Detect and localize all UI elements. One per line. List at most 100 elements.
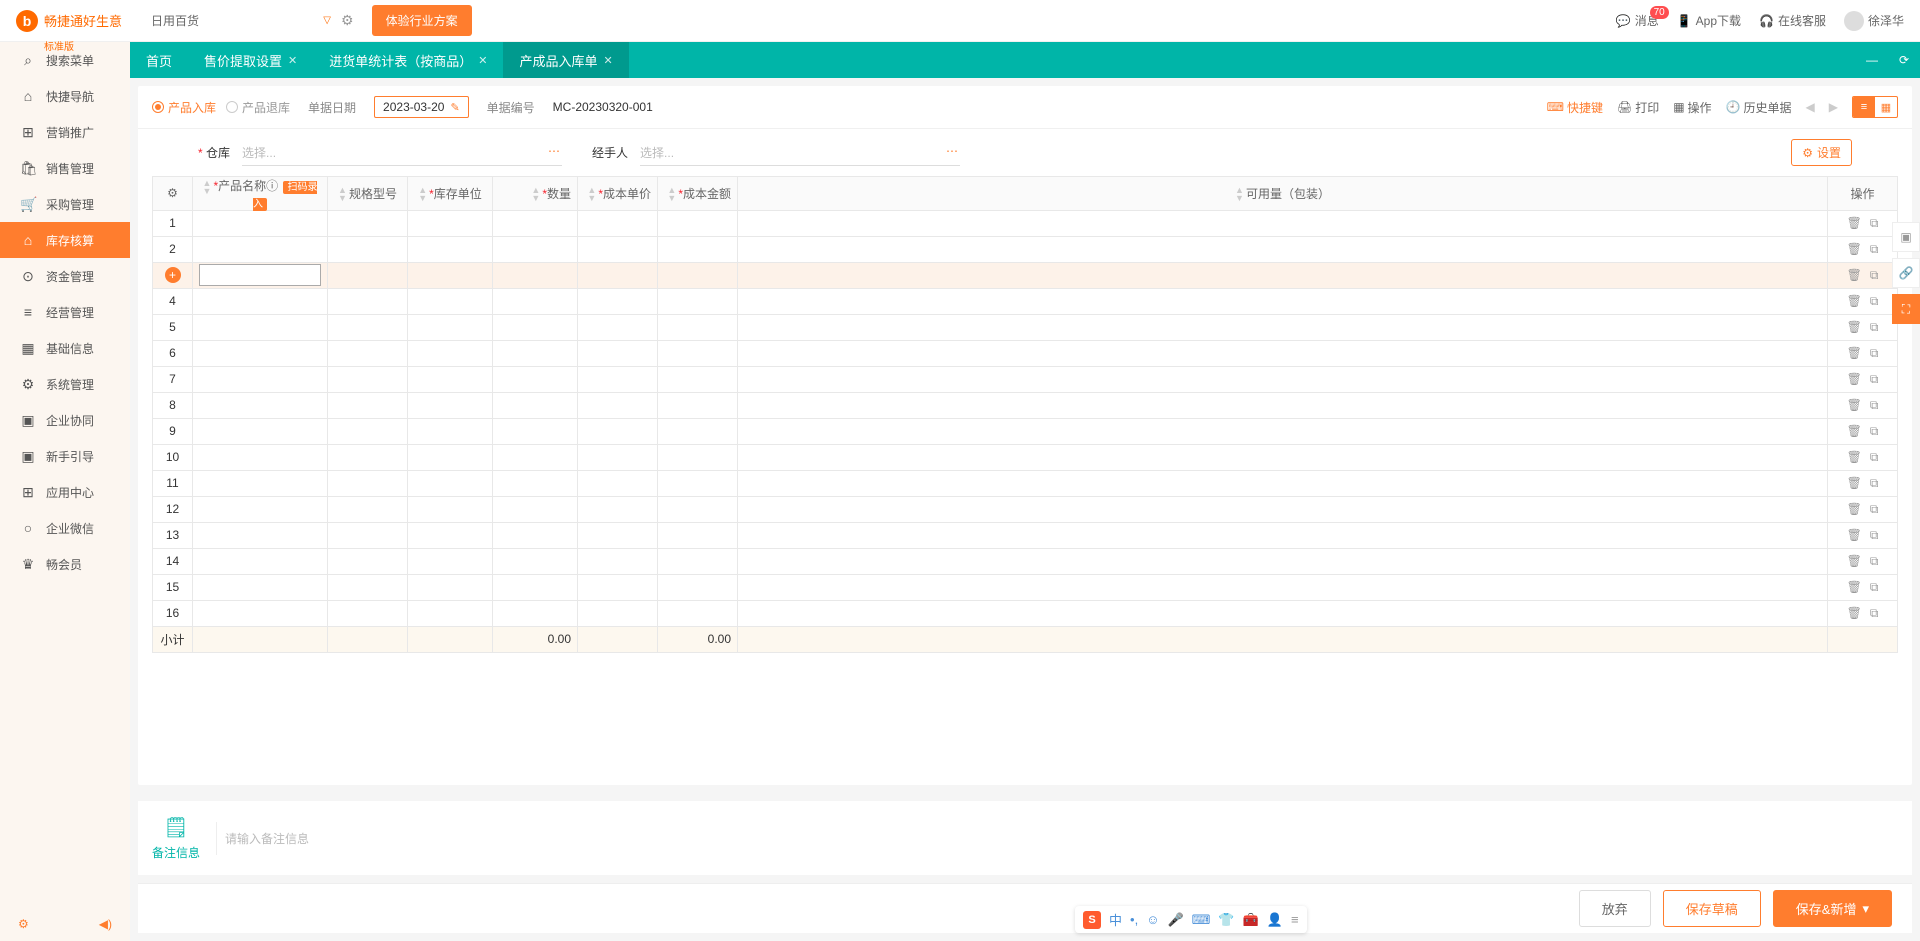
- close-icon[interactable]: ✕: [604, 54, 613, 67]
- copy-row-icon[interactable]: ⧉: [1870, 268, 1879, 283]
- cell-unit[interactable]: [408, 444, 493, 470]
- history-button[interactable]: 🕘历史单据: [1726, 99, 1792, 116]
- cell-name[interactable]: [193, 288, 328, 314]
- table-row[interactable]: +🗑⧉: [153, 262, 1898, 288]
- cell-spec[interactable]: [328, 366, 408, 392]
- cell-qty[interactable]: [493, 314, 578, 340]
- cell-amount[interactable]: [658, 236, 738, 262]
- sidebar-item-3[interactable]: 🛍销售管理: [0, 150, 130, 186]
- copy-row-icon[interactable]: ⧉: [1870, 424, 1879, 439]
- cell-name[interactable]: [193, 444, 328, 470]
- cell-amount[interactable]: [658, 392, 738, 418]
- copy-row-icon[interactable]: ⧉: [1870, 346, 1879, 361]
- cell-name[interactable]: [193, 210, 328, 236]
- table-row[interactable]: 13🗑⧉: [153, 522, 1898, 548]
- save-new-button[interactable]: 保存&新增 ▾: [1773, 890, 1892, 927]
- ime-menu-icon[interactable]: ≡: [1291, 912, 1299, 927]
- settings-button[interactable]: ⚙ 设置: [1791, 139, 1852, 166]
- ime-keyboard-icon[interactable]: ⌨: [1192, 912, 1211, 928]
- category-select[interactable]: 日用百货 ▽: [151, 12, 331, 29]
- sidebar-item-2[interactable]: ⊞营销推广: [0, 114, 130, 150]
- cell-available[interactable]: [738, 392, 1828, 418]
- cell-qty[interactable]: [493, 392, 578, 418]
- cell-spec[interactable]: [328, 288, 408, 314]
- cell-price[interactable]: [578, 574, 658, 600]
- cell-qty[interactable]: [493, 236, 578, 262]
- copy-row-icon[interactable]: ⧉: [1870, 372, 1879, 387]
- cell-unit[interactable]: [408, 262, 493, 288]
- cell-price[interactable]: [578, 548, 658, 574]
- cell-name[interactable]: [193, 574, 328, 600]
- cell-qty[interactable]: [493, 418, 578, 444]
- sidebar-item-10[interactable]: ▣企业协同: [0, 402, 130, 438]
- ime-logo-icon[interactable]: S: [1083, 911, 1101, 929]
- col-price[interactable]: ▲▼*成本单价: [578, 177, 658, 211]
- delete-row-icon[interactable]: 🗑: [1847, 424, 1862, 439]
- list-view-button[interactable]: ≡: [1853, 97, 1875, 117]
- col-spec[interactable]: ▲▼规格型号: [328, 177, 408, 211]
- cell-available[interactable]: [738, 288, 1828, 314]
- cell-amount[interactable]: [658, 366, 738, 392]
- online-service-link[interactable]: 🎧 在线客服: [1759, 12, 1826, 29]
- cell-available[interactable]: [738, 340, 1828, 366]
- radio-product-out[interactable]: 产品退库: [226, 99, 290, 116]
- cell-unit[interactable]: [408, 392, 493, 418]
- user-menu[interactable]: 徐泽华: [1844, 11, 1904, 31]
- tabs-minimize-button[interactable]: —: [1856, 42, 1888, 78]
- tab-0[interactable]: 首页: [130, 42, 188, 78]
- cell-qty[interactable]: [493, 496, 578, 522]
- add-row-icon[interactable]: +: [165, 267, 181, 283]
- cell-name[interactable]: [193, 392, 328, 418]
- rail-btn-2[interactable]: 🔗: [1892, 258, 1920, 288]
- print-button[interactable]: 🖨打印: [1617, 99, 1659, 116]
- cell-qty[interactable]: [493, 444, 578, 470]
- cell-price[interactable]: [578, 236, 658, 262]
- ime-user-icon[interactable]: 👤: [1267, 912, 1283, 928]
- next-doc-button[interactable]: ▶: [1829, 100, 1838, 114]
- copy-row-icon[interactable]: ⧉: [1870, 216, 1879, 231]
- cell-price[interactable]: [578, 314, 658, 340]
- handler-select[interactable]: 选择... ⋯: [640, 140, 960, 166]
- delete-row-icon[interactable]: 🗑: [1847, 242, 1862, 257]
- copy-row-icon[interactable]: ⧉: [1870, 320, 1879, 335]
- sidebar-item-7[interactable]: ≡经营管理: [0, 294, 130, 330]
- delete-row-icon[interactable]: 🗑: [1847, 528, 1862, 543]
- col-unit[interactable]: ▲▼*库存单位: [408, 177, 493, 211]
- sidebar-item-5[interactable]: ⌂库存核算: [0, 222, 130, 258]
- ime-emoji-icon[interactable]: ☺: [1146, 912, 1159, 927]
- cell-name[interactable]: [193, 600, 328, 626]
- app-download-link[interactable]: 📱 App下载: [1677, 12, 1741, 29]
- cell-unit[interactable]: [408, 574, 493, 600]
- cell-available[interactable]: [738, 496, 1828, 522]
- notes-input[interactable]: 请输入备注信息: [216, 822, 1898, 855]
- delete-row-icon[interactable]: 🗑: [1847, 372, 1862, 387]
- copy-row-icon[interactable]: ⧉: [1870, 528, 1879, 543]
- settings-icon[interactable]: ⚙: [18, 917, 29, 931]
- delete-row-icon[interactable]: 🗑: [1847, 450, 1862, 465]
- delete-row-icon[interactable]: 🗑: [1847, 554, 1862, 569]
- copy-row-icon[interactable]: ⧉: [1870, 606, 1879, 621]
- ime-punct-icon[interactable]: •,: [1130, 912, 1138, 927]
- rail-btn-1[interactable]: ▣: [1892, 222, 1920, 252]
- cell-spec[interactable]: [328, 392, 408, 418]
- cell-price[interactable]: [578, 288, 658, 314]
- cell-qty[interactable]: [493, 470, 578, 496]
- cell-amount[interactable]: [658, 262, 738, 288]
- cell-unit[interactable]: [408, 548, 493, 574]
- cell-amount[interactable]: [658, 418, 738, 444]
- copy-row-icon[interactable]: ⧉: [1870, 476, 1879, 491]
- cell-unit[interactable]: [408, 522, 493, 548]
- delete-row-icon[interactable]: 🗑: [1847, 580, 1862, 595]
- table-row[interactable]: 5🗑⧉: [153, 314, 1898, 340]
- cell-qty[interactable]: [493, 210, 578, 236]
- ime-lang[interactable]: 中: [1109, 910, 1122, 929]
- table-row[interactable]: 7🗑⧉: [153, 366, 1898, 392]
- sidebar-item-8[interactable]: ▦基础信息: [0, 330, 130, 366]
- cell-amount[interactable]: [658, 340, 738, 366]
- cell-unit[interactable]: [408, 314, 493, 340]
- tabs-refresh-button[interactable]: ⟳: [1888, 42, 1920, 78]
- cell-available[interactable]: [738, 314, 1828, 340]
- copy-row-icon[interactable]: ⧉: [1870, 554, 1879, 569]
- col-qty[interactable]: ▲▼*数量: [493, 177, 578, 211]
- cell-available[interactable]: [738, 210, 1828, 236]
